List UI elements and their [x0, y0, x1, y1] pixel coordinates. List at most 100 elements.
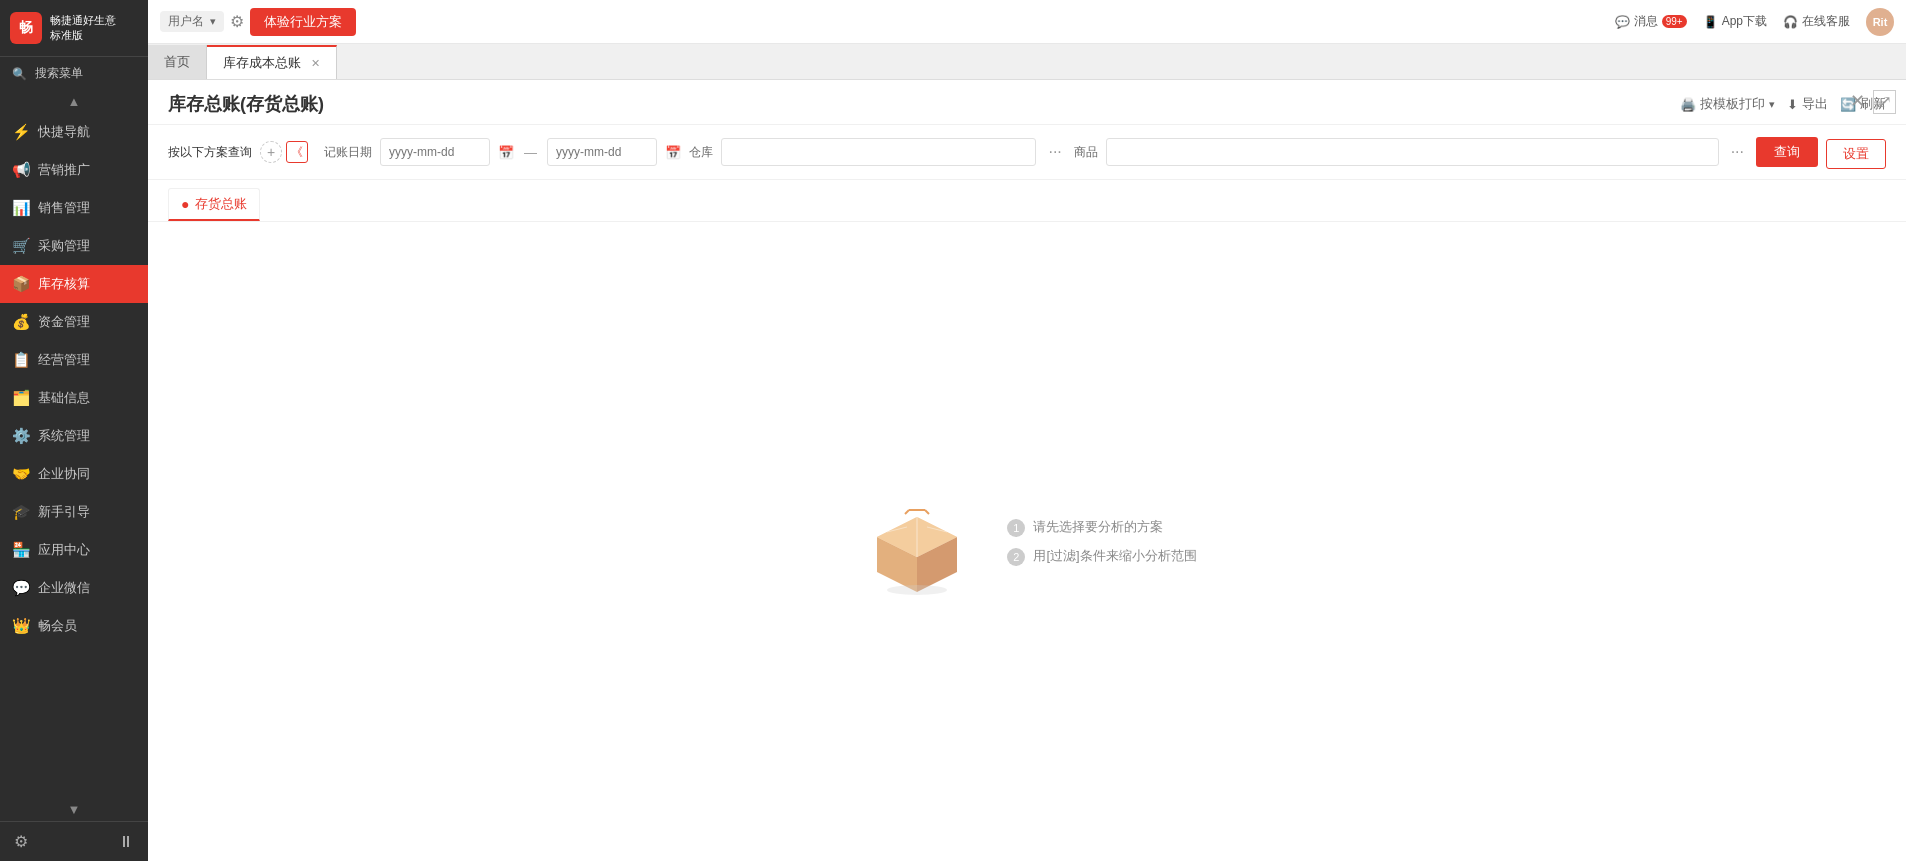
operation-icon: 📋 — [12, 351, 30, 369]
avatar-text: Rit — [1873, 16, 1888, 28]
quicknav-icon: ⚡ — [12, 123, 30, 141]
logo-subtitle: 标准版 — [50, 28, 116, 43]
date-from-input[interactable] — [380, 138, 490, 166]
product-more-icon[interactable]: ··· — [1731, 143, 1744, 161]
warehouse-input-area[interactable] — [721, 138, 1036, 166]
sidebar-item-quicknav-label: 快捷导航 — [38, 123, 90, 141]
filter-add-btn[interactable]: + — [260, 141, 282, 163]
export-btn[interactable]: ⬇ 导出 — [1787, 95, 1828, 113]
sidebar-scroll-up[interactable]: ▲ — [0, 90, 148, 113]
sidebar-item-basic-label: 基础信息 — [38, 389, 90, 407]
headset-icon: 🎧 — [1783, 15, 1798, 29]
vip-icon: 👑 — [12, 617, 30, 635]
sidebar-item-finance-label: 资金管理 — [38, 313, 90, 331]
messages-label: 消息 — [1634, 13, 1658, 30]
filter-label: 按以下方案查询 — [168, 144, 252, 161]
sidebar-item-vip[interactable]: 👑 畅会员 — [0, 607, 148, 645]
sidebar-item-basic[interactable]: 🗂️ 基础信息 — [0, 379, 148, 417]
sidebar-item-sales-label: 销售管理 — [38, 199, 90, 217]
hint1-num: 1 — [1007, 519, 1025, 537]
sidebar-item-quicknav[interactable]: ⚡ 快捷导航 — [0, 113, 148, 151]
date-to-input[interactable] — [547, 138, 657, 166]
sidebar-scroll-down[interactable]: ▼ — [0, 798, 148, 821]
warehouse-label: 仓库 — [689, 144, 713, 161]
hint1-text: 请先选择要分析的方案 — [1033, 518, 1163, 536]
finance-icon: 💰 — [12, 313, 30, 331]
messages-badge: 99+ — [1662, 15, 1687, 28]
close-btn[interactable]: ✕ — [1850, 90, 1865, 114]
phone-icon: 📱 — [1703, 15, 1718, 29]
sidebar-item-appstore-label: 应用中心 — [38, 541, 90, 559]
sidebar-item-finance[interactable]: 💰 资金管理 — [0, 303, 148, 341]
sidebar-item-vip-label: 畅会员 — [38, 617, 77, 635]
industry-btn[interactable]: 体验行业方案 — [250, 8, 356, 36]
sidebar-settings-icon[interactable]: ⚙ — [14, 832, 28, 851]
page-header: 库存总账(存货总账) 🖨️ 按模板打印 ▾ ⬇ 导出 🔄 刷新 ✕ ⤢ — [148, 80, 1906, 125]
tab-home[interactable]: 首页 — [148, 45, 207, 79]
sidebar-item-corp[interactable]: 🤝 企业协同 — [0, 455, 148, 493]
page-header-actions: 🖨️ 按模板打印 ▾ ⬇ 导出 🔄 刷新 ✕ ⤢ — [1680, 95, 1886, 113]
hint2-text: 用[过滤]条件来缩小分析范围 — [1033, 547, 1196, 565]
online-support-item[interactable]: 🎧 在线客服 — [1783, 13, 1850, 30]
tab-inventory-ledger-label: 库存成本总账 — [223, 54, 301, 72]
avatar[interactable]: Rit — [1866, 8, 1894, 36]
tab-inventory-ledger[interactable]: 库存成本总账 ✕ — [207, 45, 337, 79]
calendar-from-icon[interactable]: 📅 — [498, 145, 514, 160]
sidebar-item-inventory[interactable]: 📦 库存核算 — [0, 265, 148, 303]
empty-svg — [857, 482, 977, 602]
user-area[interactable]: 用户名 ▾ — [160, 11, 224, 32]
appstore-icon: 🏪 — [12, 541, 30, 559]
tab-close-icon[interactable]: ✕ — [311, 57, 320, 70]
topbar: 用户名 ▾ ⚙ 体验行业方案 💬 消息 99+ 📱 App下载 🎧 在线客服 R… — [148, 0, 1906, 44]
sidebar-item-system[interactable]: ⚙️ 系统管理 — [0, 417, 148, 455]
purchase-icon: 🛒 — [12, 237, 30, 255]
app-download-item[interactable]: 📱 App下载 — [1703, 13, 1767, 30]
sidebar-item-purchase[interactable]: 🛒 采购管理 — [0, 227, 148, 265]
scheme-item[interactable]: ● 存货总账 — [168, 188, 260, 221]
settings-btn[interactable]: 设置 — [1826, 139, 1886, 169]
product-input-area[interactable] — [1106, 138, 1719, 166]
query-btn[interactable]: 查询 — [1756, 137, 1818, 167]
sidebar-search[interactable]: 🔍 搜索菜单 — [0, 57, 148, 90]
basic-icon: 🗂️ — [12, 389, 30, 407]
sidebar-item-guide[interactable]: 🎓 新手引导 — [0, 493, 148, 531]
empty-illustration — [857, 482, 977, 602]
sidebar-item-operation[interactable]: 📋 经营管理 — [0, 341, 148, 379]
page-title: 库存总账(存货总账) — [168, 92, 324, 116]
print-dropdown-icon[interactable]: ▾ — [1769, 98, 1775, 111]
topbar-left: 用户名 ▾ ⚙ 体验行业方案 — [160, 8, 1607, 36]
sidebar-item-marketing[interactable]: 📢 营销推广 — [0, 151, 148, 189]
sidebar-item-appstore[interactable]: 🏪 应用中心 — [0, 531, 148, 569]
sidebar-search-label: 搜索菜单 — [35, 65, 83, 82]
scheme-label: 存货总账 — [195, 195, 247, 213]
print-btn[interactable]: 🖨️ 按模板打印 ▾ — [1680, 95, 1775, 113]
warehouse-more-icon[interactable]: ··· — [1048, 143, 1061, 161]
panel-controls: ✕ ⤢ — [1850, 90, 1896, 114]
message-icon: 💬 — [1615, 15, 1630, 29]
main-area: 用户名 ▾ ⚙ 体验行业方案 💬 消息 99+ 📱 App下载 🎧 在线客服 R… — [148, 0, 1906, 861]
print-icon: 🖨️ — [1680, 97, 1696, 112]
logo-icon: 畅 — [10, 12, 42, 44]
tab-home-label: 首页 — [164, 53, 190, 71]
topbar-right: 💬 消息 99+ 📱 App下载 🎧 在线客服 Rit — [1615, 8, 1894, 36]
guide-icon: 🎓 — [12, 503, 30, 521]
topbar-settings-icon[interactable]: ⚙ — [230, 12, 244, 31]
filter-collapse-btn[interactable]: 《 — [286, 141, 308, 163]
sidebar-toggle-icon[interactable]: ⏸ — [118, 833, 134, 851]
tabbar: 首页 库存成本总账 ✕ — [148, 44, 1906, 80]
expand-btn[interactable]: ⤢ — [1873, 90, 1896, 114]
messages-item[interactable]: 💬 消息 99+ — [1615, 13, 1687, 30]
sidebar-item-wechat[interactable]: 💬 企业微信 — [0, 569, 148, 607]
export-label: 导出 — [1802, 95, 1828, 113]
corp-icon: 🤝 — [12, 465, 30, 483]
sidebar-item-sales[interactable]: 📊 销售管理 — [0, 189, 148, 227]
svg-point-7 — [887, 585, 947, 595]
date-label: 记账日期 — [324, 144, 372, 161]
product-label: 商品 — [1074, 144, 1098, 161]
user-dropdown-icon[interactable]: ▾ — [210, 15, 216, 28]
svg-line-10 — [925, 510, 929, 514]
user-name: 用户名 — [168, 13, 204, 30]
filter-area: 按以下方案查询 + 《 记账日期 📅 — 📅 仓库 ··· 商品 ··· 查询 … — [148, 125, 1906, 180]
calendar-to-icon[interactable]: 📅 — [665, 145, 681, 160]
marketing-icon: 📢 — [12, 161, 30, 179]
